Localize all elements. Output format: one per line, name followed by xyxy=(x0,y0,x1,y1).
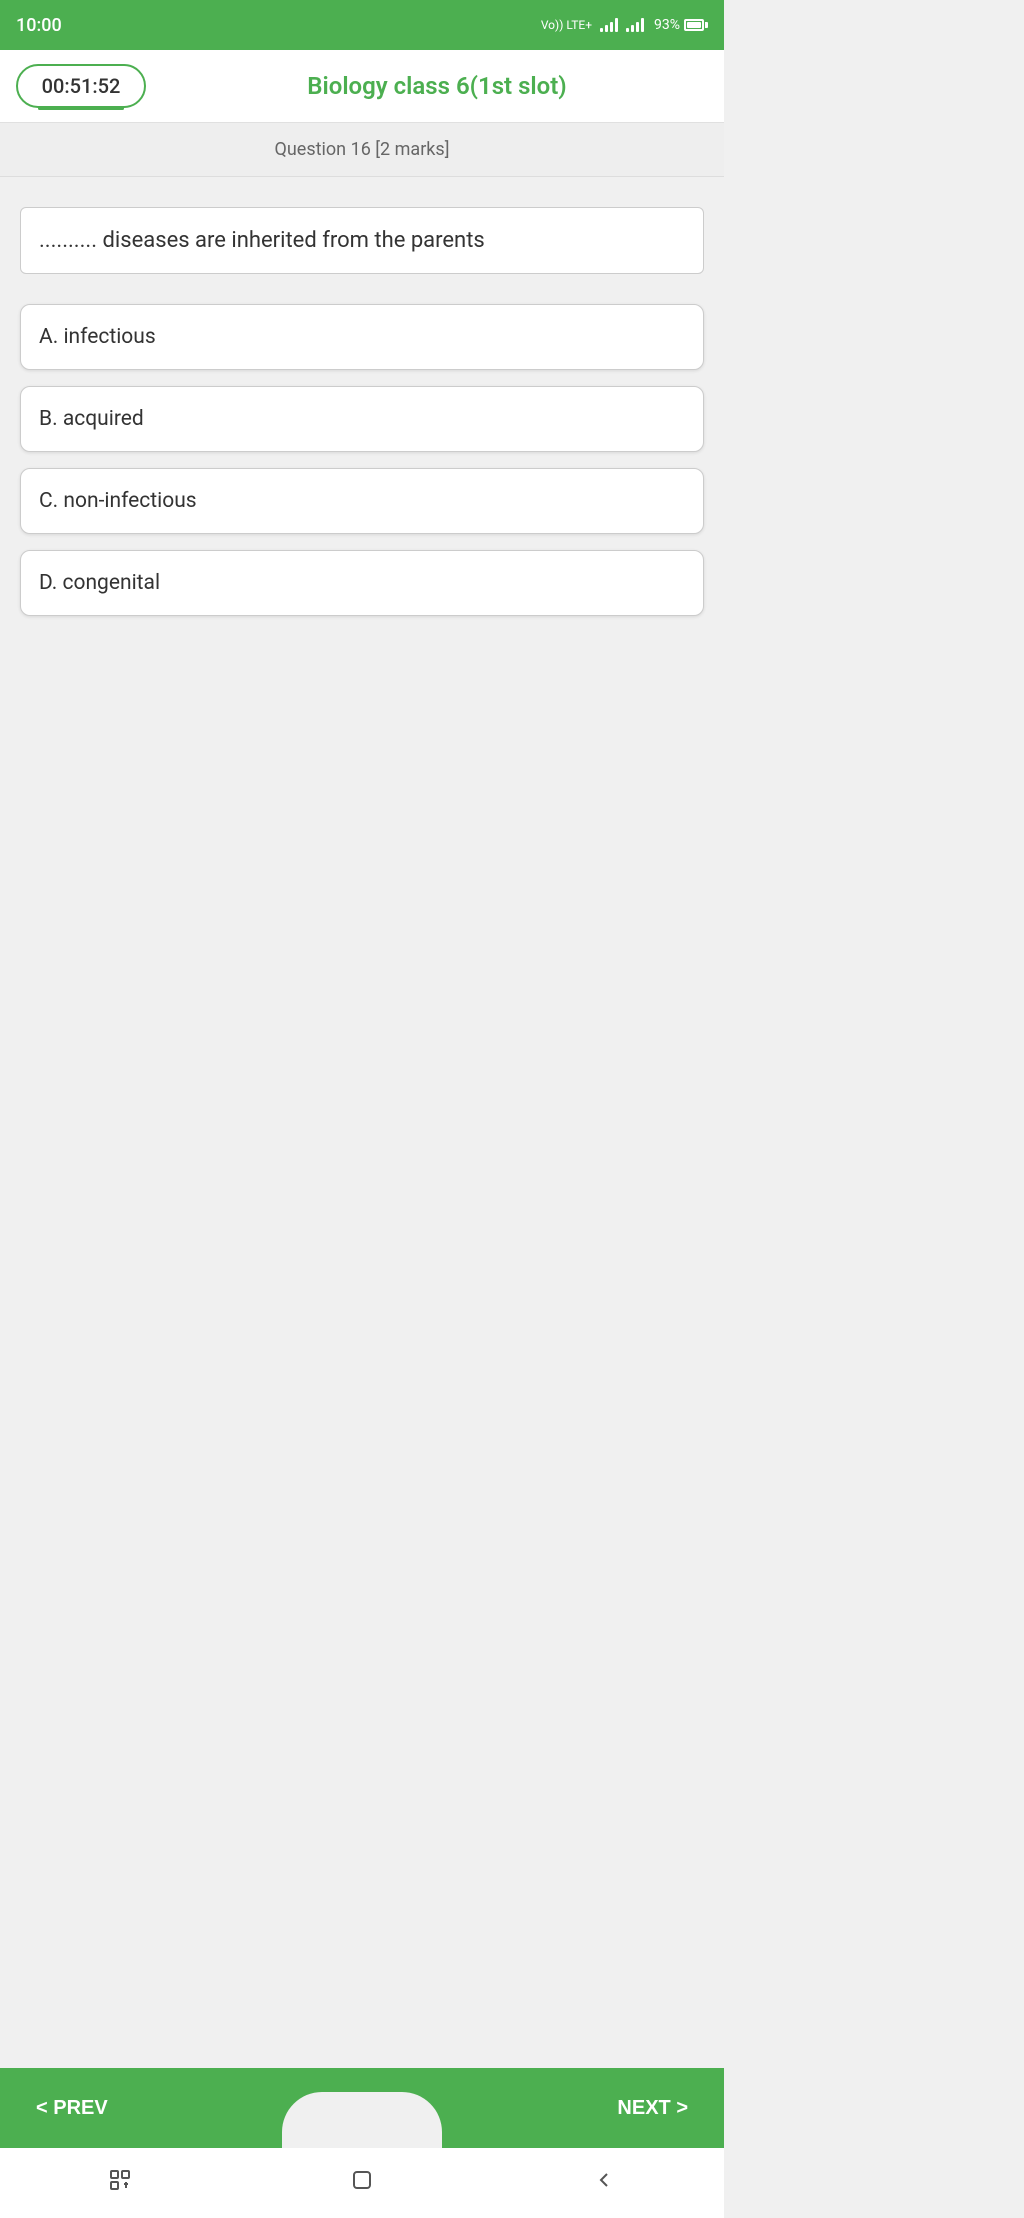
option-d[interactable]: D. congenital xyxy=(20,550,704,616)
battery-percent: 93% xyxy=(654,17,680,33)
battery-icon xyxy=(684,19,708,31)
carrier-text: Vo)) LTE+ xyxy=(541,18,592,32)
question-text: .......... diseases are inherited from t… xyxy=(20,207,704,274)
nav-back-icon[interactable] xyxy=(592,2168,616,2198)
system-nav-bar xyxy=(0,2148,724,2218)
status-time: 10:00 xyxy=(16,15,62,36)
option-a[interactable]: A. infectious xyxy=(20,304,704,370)
main-content: .......... diseases are inherited from t… xyxy=(0,177,724,2068)
next-button[interactable]: NEXT > xyxy=(601,2087,704,2130)
options-container: A. infectious B. acquired C. non-infecti… xyxy=(20,304,704,616)
question-label: Question 16 [2 marks] xyxy=(275,139,450,160)
signal-icon-2 xyxy=(626,18,644,32)
prev-button[interactable]: < PREV xyxy=(20,2087,124,2130)
nav-center-bump xyxy=(282,2092,442,2148)
nav-home-icon[interactable] xyxy=(349,2167,375,2199)
nav-recent-icon[interactable] xyxy=(108,2168,132,2198)
bottom-nav: < PREV NEXT > xyxy=(0,2068,724,2148)
status-icons: Vo)) LTE+ 93% xyxy=(541,17,708,33)
status-bar: 10:00 Vo)) LTE+ 93% xyxy=(0,0,724,50)
timer-value: 00:51:52 xyxy=(42,74,121,98)
question-header: Question 16 [2 marks] xyxy=(0,123,724,177)
option-b[interactable]: B. acquired xyxy=(20,386,704,452)
signal-icon xyxy=(600,18,618,32)
option-c[interactable]: C. non-infectious xyxy=(20,468,704,534)
app-header: 00:51:52 Biology class 6(1st slot) xyxy=(0,50,724,123)
class-title: Biology class 6(1st slot) xyxy=(166,72,708,100)
timer-badge: 00:51:52 xyxy=(16,64,146,108)
